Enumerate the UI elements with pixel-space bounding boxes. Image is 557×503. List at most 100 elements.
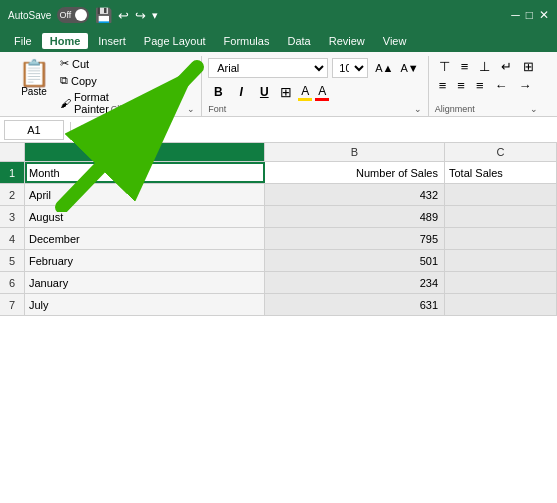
align-middle-button[interactable]: ≡ [457,58,473,75]
confirm-formula-button[interactable]: ✓ [94,122,109,137]
table-row: 5 February 501 [0,250,557,272]
bold-button[interactable]: B [208,82,228,102]
font-increase-button[interactable]: A▲ [372,61,396,75]
table-row: 1 Month Number of Sales Total Sales [0,162,557,184]
ribbon-font-group: Arial 10 A▲ A▼ B I U ⊞ A [202,56,428,116]
cell-a7[interactable]: July [25,294,265,315]
cell-b5[interactable]: 501 [265,250,445,271]
row-number-2[interactable]: 2 [0,184,25,205]
merge-button[interactable]: ⊞ [519,58,538,75]
underline-button[interactable]: U [254,82,274,102]
menu-formulas[interactable]: Formulas [216,33,278,49]
menu-bar: File Home Insert Page Layout Formulas Da… [0,30,557,52]
paste-button[interactable]: 📋 Paste [14,58,54,99]
align-right-button[interactable]: ≡ [472,77,488,94]
autosave-state: Off [59,10,71,20]
close-icon[interactable]: ✕ [539,8,549,22]
cut-label: Cut [72,58,89,70]
wrap-text-button[interactable]: ↵ [497,58,516,75]
font-family-select[interactable]: Arial [208,58,328,78]
cell-c2[interactable] [445,184,557,205]
menu-page-layout[interactable]: Page Layout [136,33,214,49]
row-number-5[interactable]: 5 [0,250,25,271]
align-center-button[interactable]: ≡ [453,77,469,94]
cell-b6[interactable]: 234 [265,272,445,293]
menu-insert[interactable]: Insert [90,33,134,49]
cell-c7[interactable] [445,294,557,315]
cell-a6[interactable]: January [25,272,265,293]
redo-icon[interactable]: ↪ [135,8,146,23]
cell-a4[interactable]: December [25,228,265,249]
menu-review[interactable]: Review [321,33,373,49]
autosave-knob [75,9,87,21]
row-number-6[interactable]: 6 [0,272,25,293]
formula-bar: ✕ ✓ fx [0,117,557,143]
col-header-b[interactable]: B [265,143,445,161]
clipboard-group-label: Clipboard [111,104,150,114]
autosave-label: AutoSave [8,10,51,21]
row-number-3[interactable]: 3 [0,206,25,227]
font-size-select[interactable]: 10 [332,58,368,78]
row-number-1[interactable]: 1 [0,162,25,183]
copy-button[interactable]: ⧉ Copy [58,73,111,88]
col-header-a[interactable]: A [25,143,265,161]
undo-icon[interactable]: ↩ [118,8,129,23]
cell-a1[interactable]: Month [25,162,265,183]
font-color-button[interactable]: A [315,84,329,101]
alignment-expand-icon[interactable]: ⌄ [530,104,538,114]
row-number-7[interactable]: 7 [0,294,25,315]
cell-b1[interactable]: Number of Sales [265,162,445,183]
menu-view[interactable]: View [375,33,415,49]
align-bottom-button[interactable]: ⊥ [475,58,494,75]
insert-function-button[interactable]: fx [111,122,125,137]
col-header-c[interactable]: C [445,143,557,161]
spreadsheet: A B C 1 Month Number of Sales Total Sale… [0,143,557,316]
cell-c6[interactable] [445,272,557,293]
maximize-icon[interactable]: □ [526,8,533,22]
format-painter-icon: 🖌 [60,97,71,109]
font-expand-icon[interactable]: ⌄ [414,104,422,114]
table-row: 3 August 489 [0,206,557,228]
cell-b3[interactable]: 489 [265,206,445,227]
cancel-formula-button[interactable]: ✕ [77,122,92,137]
border-button[interactable]: ⊞ [277,83,295,101]
autosave-toggle[interactable]: Off [57,7,89,23]
fill-color-button[interactable]: A [298,84,312,101]
increase-indent-button[interactable]: → [515,77,536,94]
clipboard-expand-icon[interactable]: ⌄ [187,104,195,114]
column-headers: A B C [0,143,557,162]
ribbon-alignment-group: ⊤ ≡ ⊥ ↵ ⊞ ≡ ≡ ≡ ← → Alignment ⌄ [429,56,545,116]
cut-button[interactable]: ✂ Cut [58,56,111,71]
name-box[interactable] [4,120,64,140]
align-left-button[interactable]: ≡ [435,77,451,94]
copy-icon: ⧉ [60,74,68,87]
minimize-icon[interactable]: ─ [511,8,520,22]
row-header-spacer [0,143,25,161]
fill-color-icon: A [301,84,309,98]
cell-c1[interactable]: Total Sales [445,162,557,183]
row-number-4[interactable]: 4 [0,228,25,249]
cell-b7[interactable]: 631 [265,294,445,315]
menu-file[interactable]: File [6,33,40,49]
ribbon-clipboard-group: 📋 Paste ✂ Cut ⧉ Copy 🖌 Format Painter [4,56,202,116]
format-painter-button[interactable]: 🖌 Format Painter [58,90,111,116]
decrease-indent-button[interactable]: ← [491,77,512,94]
align-top-button[interactable]: ⊤ [435,58,454,75]
menu-home[interactable]: Home [42,33,89,49]
customize-icon[interactable]: ▾ [152,9,158,22]
cell-c3[interactable] [445,206,557,227]
cell-a5[interactable]: February [25,250,265,271]
cell-c4[interactable] [445,228,557,249]
sheet-body: 1 Month Number of Sales Total Sales 2 Ap… [0,162,557,316]
cell-b4[interactable]: 795 [265,228,445,249]
save-icon[interactable]: 💾 [95,7,112,23]
menu-data[interactable]: Data [279,33,318,49]
italic-button[interactable]: I [231,82,251,102]
cell-a2[interactable]: April [25,184,265,205]
cell-c5[interactable] [445,250,557,271]
font-group-label: Font [208,104,226,114]
cell-a3[interactable]: August [25,206,265,227]
font-decrease-button[interactable]: A▼ [398,61,422,75]
cell-b2[interactable]: 432 [265,184,445,205]
formula-input[interactable] [129,120,553,140]
